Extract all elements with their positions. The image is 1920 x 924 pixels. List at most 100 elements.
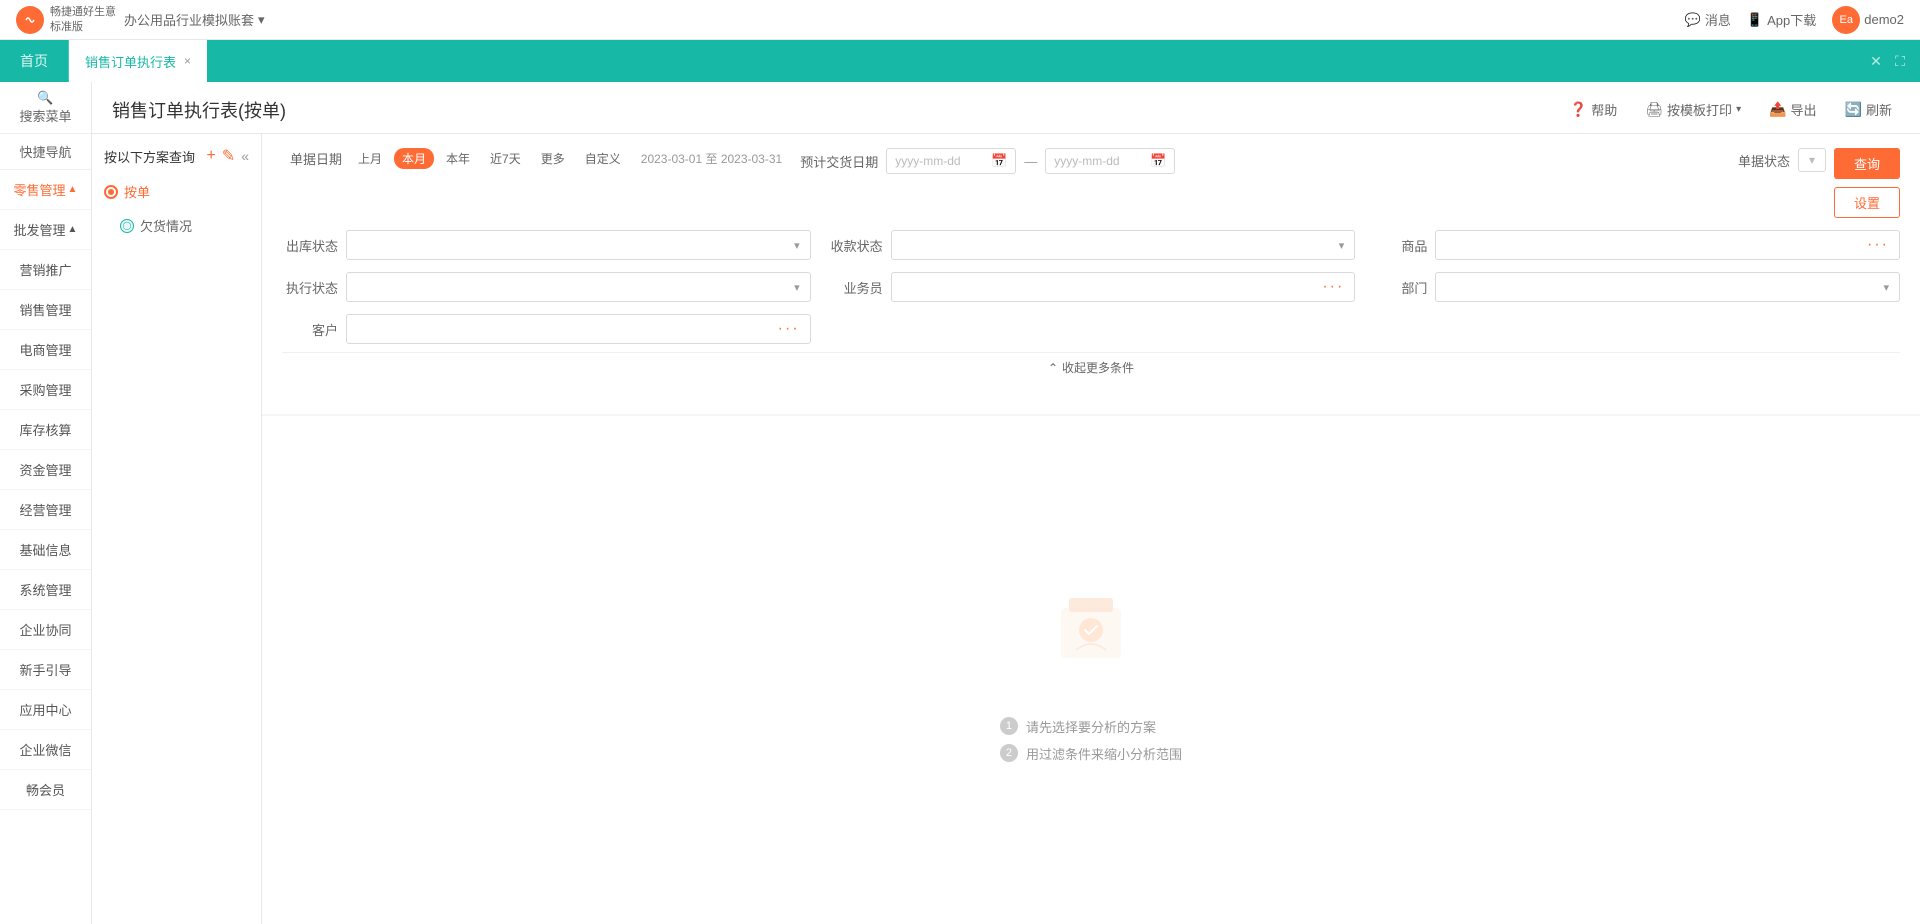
sidebar-item-newbie[interactable]: 新手引导 — [0, 650, 91, 690]
header-left: 畅捷通好生意 标准版 办公用品行业模拟账套 ▾ — [16, 5, 265, 34]
order-status-group: 单据状态 ▾ — [1730, 148, 1826, 172]
sidebar-item-enterprise[interactable]: 企业协同 — [0, 610, 91, 650]
collapse-filter-btn[interactable]: ⌃ 收起更多条件 — [282, 352, 1900, 382]
department-item: 部门 ▾ — [1371, 272, 1900, 302]
salesperson-dots[interactable]: ··· — [1322, 278, 1344, 296]
breadcrumb-arrow: ▾ — [258, 12, 265, 28]
empty-illustration — [1041, 578, 1141, 697]
expected-date-end[interactable]: yyyy-mm-dd 📅 — [1045, 148, 1175, 174]
sidebar-item-operations[interactable]: 经营管理 — [0, 490, 91, 530]
filter-row-3: 执行状态 ▾ 业务员 ··· — [282, 272, 1900, 302]
logo-area: 畅捷通好生意 标准版 — [16, 5, 116, 34]
tab-sales-order[interactable]: 销售订单执行表 × — [69, 40, 207, 82]
scheme-subitem-backorder[interactable]: ◯ 欠货情况 — [92, 209, 261, 242]
main-layout: 🔍 搜索菜单 快捷导航 零售管理 ▲ 批发管理 ▲ 营销推广 销售管理 电商管理… — [0, 82, 1920, 924]
sidebar-item-purchase[interactable]: 采购管理 — [0, 370, 91, 410]
refresh-btn[interactable]: 🔄 刷新 — [1837, 96, 1900, 123]
salesperson-item: 业务员 ··· — [827, 272, 1356, 302]
sidebar-quick-nav[interactable]: 快捷导航 — [0, 134, 91, 170]
print-btn[interactable]: 🖨 按模板打印 ▾ — [1637, 96, 1749, 123]
right-panel: 单据日期 上月 本月 本年 近7天 更多 自定义 2023-03-01 至 20… — [262, 134, 1920, 924]
order-status-row: 单据状态 ▾ — [1730, 148, 1826, 172]
content-area: 销售订单执行表(按单) ❓ 帮助 🖨 按模板打印 ▾ 📤 导出 🔄 刷新 — [92, 82, 1920, 924]
expected-date-start[interactable]: yyyy-mm-dd 📅 — [886, 148, 1016, 174]
scheme-collapse-btn[interactable]: « — [241, 148, 249, 164]
scheme-panel-header: 按以下方案查询 + ✎ « — [92, 146, 261, 174]
order-status-label: 单据状态 — [1730, 151, 1790, 170]
help-icon: ❓ — [1570, 101, 1587, 118]
scheme-item-order[interactable]: 按单 — [92, 174, 261, 209]
wholesale-arrow: ▲ — [68, 224, 78, 235]
sidebar-item-app-center[interactable]: 应用中心 — [0, 690, 91, 730]
date-range-text: 2023-03-01 至 2023-03-31 — [641, 150, 782, 167]
sidebar-item-marketing[interactable]: 营销推广 — [0, 250, 91, 290]
tab-home[interactable]: 首页 — [0, 40, 69, 82]
scheme-panel-actions: + ✎ « — [206, 146, 249, 166]
download-icon: 📱 — [1747, 12, 1763, 28]
export-btn[interactable]: 📤 导出 — [1761, 96, 1824, 123]
maximize-window-btn[interactable]: ⛶ — [1888, 49, 1912, 73]
department-label: 部门 — [1371, 278, 1427, 297]
action-buttons: 查询 设置 — [1834, 148, 1900, 218]
help-btn[interactable]: ❓ 帮助 — [1562, 96, 1625, 123]
query-btn[interactable]: 查询 — [1834, 148, 1900, 179]
collection-arrow: ▾ — [1339, 239, 1345, 252]
date-filter-group: 单据日期 上月 本月 本年 近7天 更多 自定义 2023-03-01 至 20… — [282, 148, 782, 169]
customer-dots[interactable]: ··· — [778, 320, 800, 338]
expected-date-filter: 预计交货日期 yyyy-mm-dd 📅 — yyyy-mm-dd 📅 — [798, 148, 1175, 174]
department-select[interactable]: ▾ — [1435, 272, 1900, 302]
sidebar-item-wholesale[interactable]: 批发管理 ▲ — [0, 210, 91, 250]
collection-status-select[interactable]: ▾ — [891, 230, 1356, 260]
goods-select[interactable]: ··· — [1435, 230, 1900, 260]
top-header: 畅捷通好生意 标准版 办公用品行业模拟账套 ▾ 💬 消息 📱 App下载 Ea … — [0, 0, 1920, 40]
tab-bar: 首页 销售订单执行表 × ✕ ⛶ — [0, 40, 1920, 82]
user-area[interactable]: Ea demo2 — [1832, 6, 1904, 34]
filter-row-1: 单据日期 上月 本月 本年 近7天 更多 自定义 2023-03-01 至 20… — [282, 148, 1900, 218]
sidebar-item-system[interactable]: 系统管理 — [0, 570, 91, 610]
goods-label: 商品 — [1371, 236, 1427, 255]
exec-status-select[interactable]: ▾ — [346, 272, 811, 302]
date-label: 单据日期 — [282, 149, 342, 168]
filter-row-4: 客户 ··· — [282, 314, 1900, 344]
tab-close-btn[interactable]: × — [184, 54, 191, 68]
date-btn-last-month[interactable]: 上月 — [350, 148, 390, 169]
app-download-btn[interactable]: 📱 App下载 — [1747, 10, 1816, 29]
date-btn-custom[interactable]: 自定义 — [577, 148, 629, 169]
delivery-status-label: 出库状态 — [282, 236, 338, 255]
filter-row-2: 出库状态 ▾ 收款状态 ▾ — [282, 230, 1900, 260]
retail-arrow: ▲ — [68, 184, 78, 195]
sidebar-item-sales[interactable]: 销售管理 — [0, 290, 91, 330]
date-separator: — — [1024, 154, 1037, 169]
sidebar-item-wechat[interactable]: 企业微信 — [0, 730, 91, 770]
empty-state: 1 请先选择要分析的方案 2 用过滤条件来缩小分析范围 — [262, 416, 1920, 924]
delivery-status-select[interactable]: ▾ — [346, 230, 811, 260]
scheme-edit-btn[interactable]: ✎ — [222, 146, 235, 166]
date-btn-7days[interactable]: 近7天 — [482, 148, 529, 169]
sidebar-item-retail[interactable]: 零售管理 ▲ — [0, 170, 91, 210]
sidebar-item-finance[interactable]: 资金管理 — [0, 450, 91, 490]
tab-window-actions: ✕ ⛶ — [1864, 40, 1920, 82]
message-btn[interactable]: 💬 消息 — [1685, 10, 1731, 29]
settings-btn[interactable]: 设置 — [1834, 187, 1900, 218]
sidebar-item-member[interactable]: 畅会员 — [0, 770, 91, 810]
scheme-add-btn[interactable]: + — [206, 147, 215, 165]
date-btn-more[interactable]: 更多 — [533, 148, 573, 169]
breadcrumb[interactable]: 办公用品行业模拟账套 ▾ — [124, 10, 265, 29]
sidebar-item-basic[interactable]: 基础信息 — [0, 530, 91, 570]
empty-step-2: 2 用过滤条件来缩小分析范围 — [1000, 744, 1182, 763]
salesperson-label: 业务员 — [827, 278, 883, 297]
sidebar-item-inventory[interactable]: 库存核算 — [0, 410, 91, 450]
goods-dots[interactable]: ··· — [1867, 236, 1889, 254]
sidebar-search[interactable]: 🔍 搜索菜单 — [0, 82, 91, 134]
close-window-btn[interactable]: ✕ — [1864, 49, 1888, 73]
date-btn-this-month[interactable]: 本月 — [394, 148, 434, 169]
status-and-buttons: 单据状态 ▾ 查询 设置 — [1730, 148, 1900, 218]
user-avatar: Ea — [1832, 6, 1860, 34]
salesperson-select[interactable]: ··· — [891, 272, 1356, 302]
order-status-select[interactable]: ▾ — [1798, 148, 1826, 172]
department-arrow: ▾ — [1883, 281, 1889, 294]
date-btn-this-year[interactable]: 本年 — [438, 148, 478, 169]
date-quick-btns: 上月 本月 本年 近7天 更多 自定义 — [350, 148, 629, 169]
customer-select[interactable]: ··· — [346, 314, 811, 344]
sidebar-item-ecommerce[interactable]: 电商管理 — [0, 330, 91, 370]
